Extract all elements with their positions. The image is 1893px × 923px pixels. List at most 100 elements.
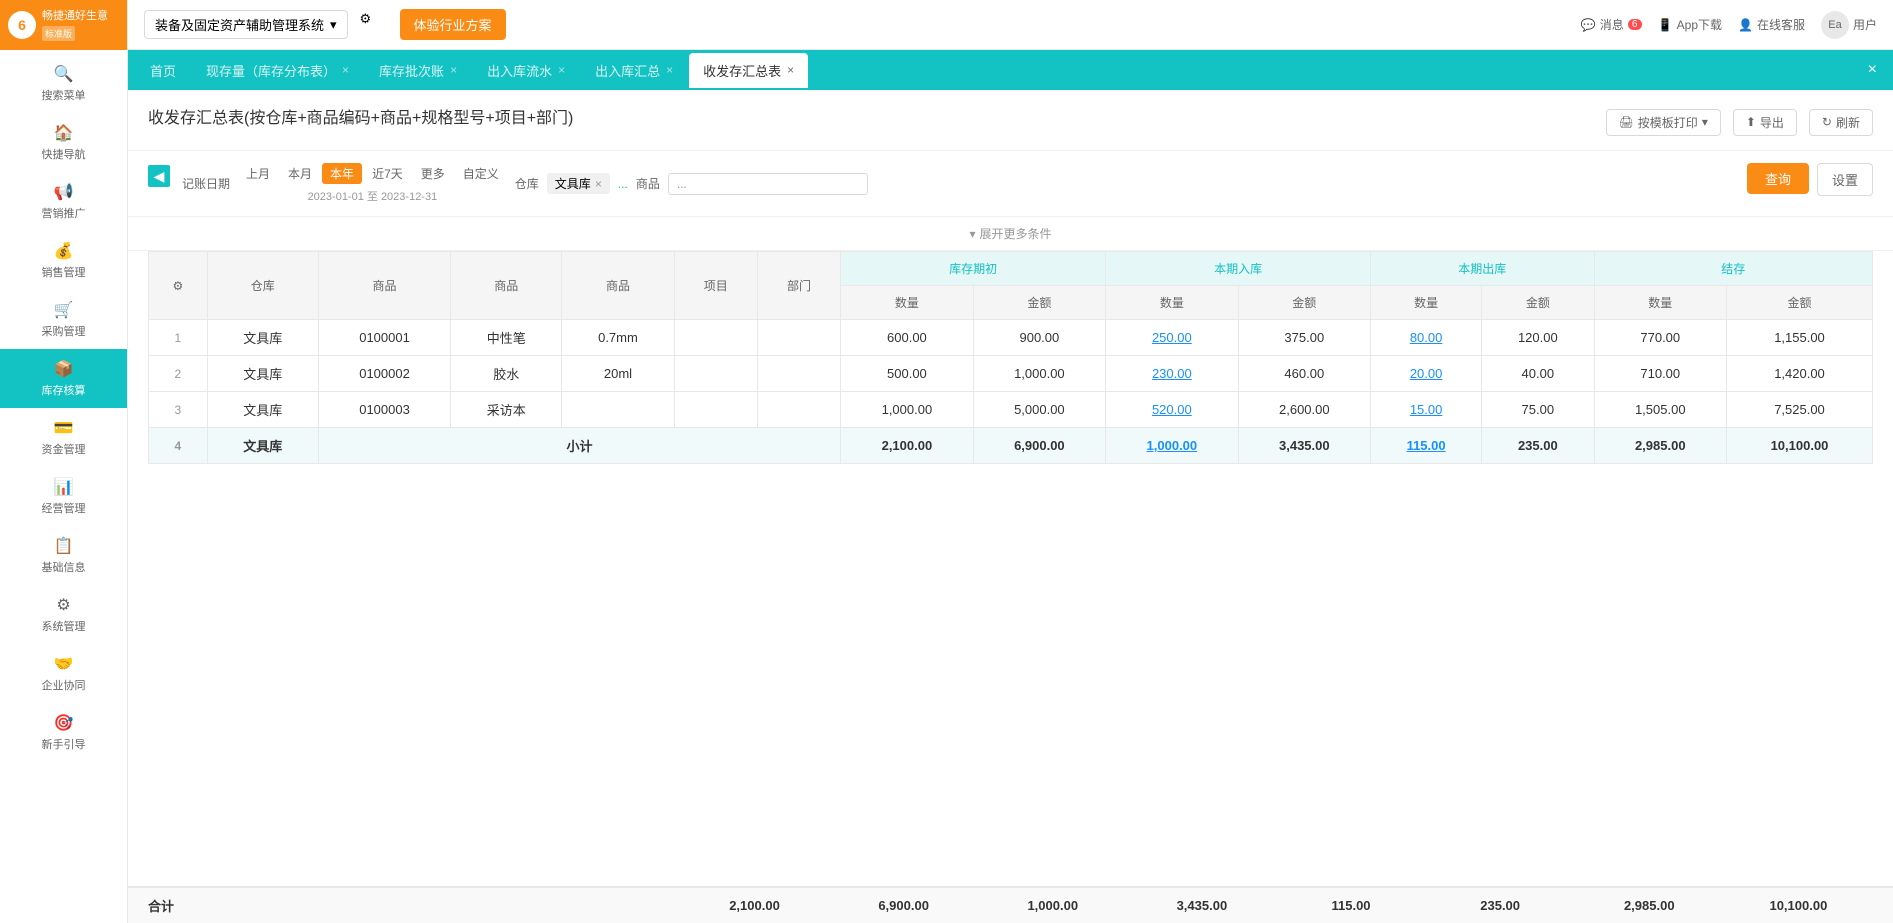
newbie-icon: 🎯 <box>54 713 74 733</box>
refresh-button[interactable]: ↻ 刷新 <box>1809 109 1873 136</box>
sidebar-label-newbie: 新手引导 <box>42 736 86 752</box>
date-filter-row: 上月 本月 本年 近7天 更多 自定义 <box>238 163 507 184</box>
sidebar-item-purchase[interactable]: 🛒采购管理 <box>0 290 127 349</box>
warehouse-tag-text: 文具库 <box>555 175 591 192</box>
row-out-qty[interactable]: 15.00 <box>1371 392 1482 428</box>
warehouse-remove-btn[interactable]: × <box>595 177 602 191</box>
sidebar-item-enterprise[interactable]: 🤝企业协同 <box>0 644 127 703</box>
sidebar-label-marketing: 营销推广 <box>42 205 86 221</box>
tab-stock_summary[interactable]: 收发存汇总表 × <box>689 53 808 88</box>
row-project <box>674 392 757 428</box>
row-name: 胶水 <box>451 356 562 392</box>
date-more-btn[interactable]: 更多 <box>413 163 453 184</box>
row-code: 0100003 <box>318 392 451 428</box>
sidebar-label-purchase: 采购管理 <box>42 323 86 339</box>
date-prev-month-btn[interactable]: 上月 <box>238 163 278 184</box>
row-open-qty: 600.00 <box>841 320 973 356</box>
footer-cells: 2,100.00 6,900.00 1,000.00 3,435.00 115.… <box>228 898 1873 913</box>
sidebar-item-quick_nav[interactable]: 🏠快捷导航 <box>0 113 127 172</box>
tab-label-batch_ledger: 库存批次账 <box>379 61 444 80</box>
row-in-qty[interactable]: 250.00 <box>1106 320 1238 356</box>
sidebar-item-search[interactable]: 🔍搜索菜单 <box>0 54 127 113</box>
row-spec: 20ml <box>562 356 674 392</box>
sales-icon: 💰 <box>54 241 74 261</box>
tab-close-stock_summary[interactable]: × <box>787 63 794 77</box>
tab-inout_flow[interactable]: 出入库流水 × <box>473 53 579 88</box>
th-project: 项目 <box>674 252 757 320</box>
logo-subtitle: 标准版 <box>42 26 75 41</box>
sidebar-item-newbie[interactable]: 🎯 新手引导 <box>0 703 127 762</box>
warehouse-tag: 文具库 × <box>547 173 610 194</box>
row-in-qty[interactable]: 520.00 <box>1106 392 1238 428</box>
message-badge: 6 <box>1628 19 1642 30</box>
row-out-qty[interactable]: 80.00 <box>1371 320 1482 356</box>
sidebar-item-inventory[interactable]: 📦库存核算 <box>0 349 127 408</box>
date-custom-btn[interactable]: 自定义 <box>455 163 507 184</box>
message-action[interactable]: 💬 消息 6 <box>1581 16 1642 33</box>
search-icon: 🔍 <box>54 64 74 84</box>
settings-button[interactable]: ⚙ <box>360 11 388 39</box>
tab-home[interactable]: 首页 <box>136 53 190 88</box>
filter-settings-button[interactable]: 设置 <box>1817 163 1873 196</box>
subtotal-open-amt: 6,900.00 <box>973 428 1105 464</box>
subtotal-out-qty[interactable]: 115.00 <box>1371 428 1482 464</box>
sidebar-item-finance[interactable]: 💳资金管理 <box>0 408 127 467</box>
row-project <box>674 356 757 392</box>
row-warehouse: 文具库 <box>207 320 318 356</box>
operations-icon: 📊 <box>54 477 74 497</box>
sidebar-item-marketing[interactable]: 📢营销推广 <box>0 172 127 231</box>
tab-close-batch_ledger[interactable]: × <box>450 63 457 77</box>
date-this-year-btn[interactable]: 本年 <box>322 163 362 184</box>
app-download-label: App下载 <box>1677 16 1722 33</box>
subtotal-in-qty[interactable]: 1,000.00 <box>1106 428 1238 464</box>
tabbar-close-all[interactable]: × <box>1860 57 1885 83</box>
row-out-amt: 120.00 <box>1482 320 1594 356</box>
online-service-action[interactable]: 👤 在线客服 <box>1738 16 1805 33</box>
app-download-action[interactable]: 📱 App下载 <box>1658 16 1722 33</box>
tab-close-inventory_dist[interactable]: × <box>342 63 349 77</box>
tab-batch_ledger[interactable]: 库存批次账 × <box>365 53 471 88</box>
row-out-amt: 75.00 <box>1482 392 1594 428</box>
tab-close-inout_flow[interactable]: × <box>558 63 565 77</box>
table-settings-icon[interactable]: ⚙ <box>173 279 184 293</box>
system-icon: ⚙ <box>56 595 70 615</box>
expand-more-btn[interactable]: ▾ 展开更多条件 <box>128 217 1893 251</box>
tab-inventory_dist[interactable]: 现存量（库存分布表） × <box>192 53 363 88</box>
date-this-month-btn[interactable]: 本月 <box>280 163 320 184</box>
user-action[interactable]: Ea 用户 <box>1821 11 1877 39</box>
system-selector[interactable]: 装备及固定资产辅助管理系统 ▾ <box>144 10 348 39</box>
footer-in-qty: 1,000.00 <box>978 898 1127 913</box>
th-spec: 商品 <box>562 252 674 320</box>
tabbar: 首页现存量（库存分布表） ×库存批次账 ×出入库流水 ×出入库汇总 ×收发存汇总… <box>128 50 1893 90</box>
export-button[interactable]: ⬆ 导出 <box>1733 109 1797 136</box>
th-settings[interactable]: ⚙ <box>149 252 208 320</box>
sidebar-item-operations[interactable]: 📊 经营管理 <box>0 467 127 526</box>
tab-inout_summary[interactable]: 出入库汇总 × <box>581 53 687 88</box>
tab-label-inout_summary: 出入库汇总 <box>595 61 660 80</box>
row-out-qty[interactable]: 20.00 <box>1371 356 1482 392</box>
th-code: 商品 <box>318 252 451 320</box>
row-close-qty: 1,505.00 <box>1594 392 1726 428</box>
date-7days-btn[interactable]: 近7天 <box>364 163 411 184</box>
warehouse-more-btn[interactable]: ... <box>618 177 628 191</box>
date-range-text: 2023-01-01 至 2023-12-31 <box>308 188 438 204</box>
filter-collapse-button[interactable]: ◀ <box>148 165 170 187</box>
sidebar-label-operations: 经营管理 <box>42 500 86 516</box>
query-button[interactable]: 查询 <box>1747 163 1809 194</box>
quick_nav-icon: 🏠 <box>54 123 74 143</box>
row-in-qty[interactable]: 230.00 <box>1106 356 1238 392</box>
sidebar: 6 畅捷通好生意 标准版 🔍搜索菜单🏠快捷导航📢营销推广💰销售管理🛒采购管理📦库… <box>0 0 128 923</box>
goods-filter-input[interactable] <box>668 173 868 195</box>
tab-close-inout_summary[interactable]: × <box>666 63 673 77</box>
sidebar-item-system[interactable]: ⚙系统管理 <box>0 585 127 644</box>
row-in-amt: 375.00 <box>1238 320 1370 356</box>
row-close-amt: 1,155.00 <box>1727 320 1873 356</box>
sidebar-item-basic_info[interactable]: 📋基础信息 <box>0 526 127 585</box>
message-icon: 💬 <box>1581 18 1596 32</box>
sidebar-item-sales[interactable]: 💰销售管理 <box>0 231 127 290</box>
row-project <box>674 320 757 356</box>
print-button[interactable]: 🖨 按模板打印 ▾ <box>1606 109 1721 136</box>
footer-open-qty: 2,100.00 <box>680 898 829 913</box>
try-button[interactable]: 体验行业方案 <box>400 9 506 40</box>
basic_info-icon: 📋 <box>54 536 74 556</box>
